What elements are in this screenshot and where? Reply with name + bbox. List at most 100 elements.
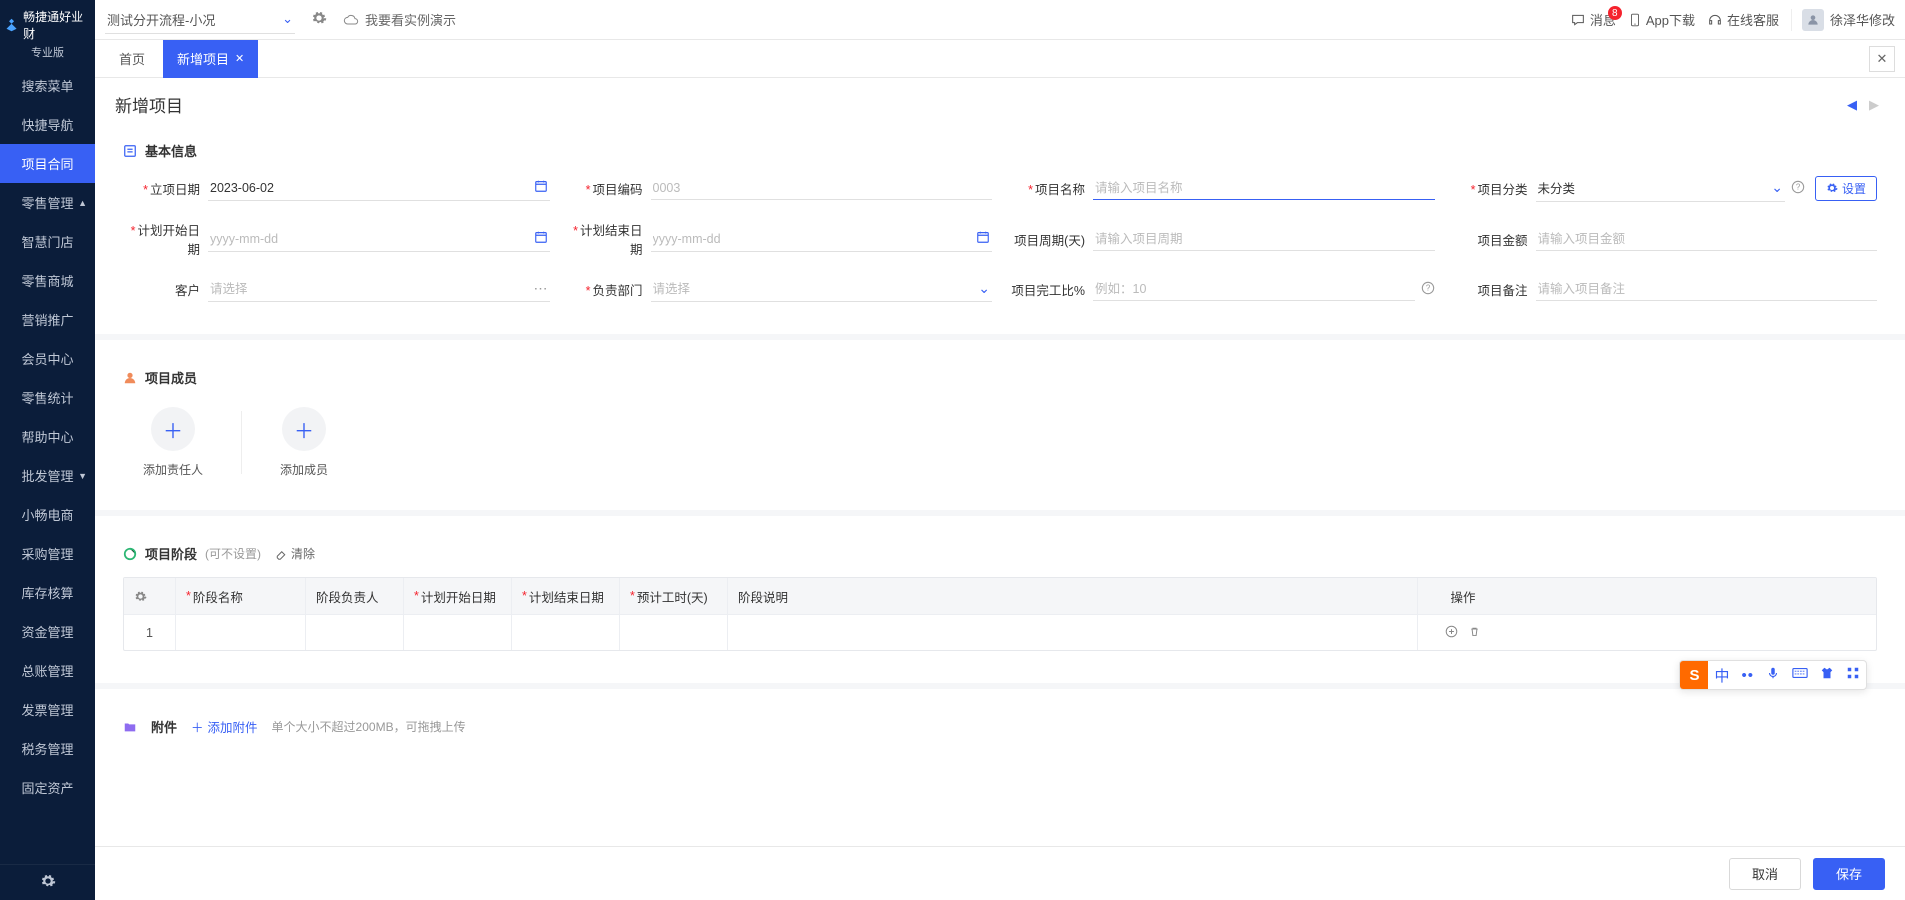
sidebar-item-retail-mall[interactable]: 零售商城 <box>0 261 95 300</box>
section-members: 项目成员 ＋ 添加责任人 ＋ 添加成员 <box>111 354 1889 496</box>
ime-lang-toggle[interactable]: 中 <box>1708 665 1735 686</box>
sidebar-item-ecommerce[interactable]: 小畅电商 <box>0 495 95 534</box>
input-name[interactable] <box>1093 177 1435 200</box>
help-icon[interactable]: ? <box>1421 281 1435 298</box>
select-customer[interactable]: ⋯ <box>208 276 550 302</box>
sidebar-item-fixed-assets[interactable]: 固定资产 <box>0 768 95 807</box>
tab-new-project[interactable]: 新增项目 ✕ <box>163 40 258 78</box>
label-category: *项目分类 <box>1451 179 1536 198</box>
add-row-icon[interactable] <box>1445 625 1458 641</box>
prev-record-button[interactable]: ◀ <box>1841 95 1863 115</box>
chevron-down-icon: ⌄ <box>1771 179 1783 196</box>
sidebar-item-project-contract[interactable]: 项目合同 <box>0 144 95 183</box>
help-icon[interactable]: ? <box>1791 180 1805 197</box>
sidebar-item-wholesale[interactable]: 批发管理▼ <box>0 456 95 495</box>
sidebar-item-invoice[interactable]: 发票管理 <box>0 690 95 729</box>
gear-icon <box>1826 182 1838 194</box>
sidebar-item-help[interactable]: 帮助中心 <box>0 417 95 456</box>
input-code[interactable] <box>651 177 993 200</box>
add-attachment-button[interactable]: ＋ 添加附件 <box>191 717 258 736</box>
headset-icon <box>1707 12 1723 28</box>
caret-up-icon: ▲ <box>78 198 87 208</box>
folder-icon <box>123 720 137 734</box>
cell-stage-hours[interactable] <box>620 615 728 650</box>
clear-stages-button[interactable]: 清除 <box>275 545 315 562</box>
label-complete: 项目完工比% <box>1008 280 1093 299</box>
input-plan-end[interactable] <box>651 226 993 252</box>
stage-row[interactable]: 1 <box>124 614 1876 650</box>
select-dept[interactable]: ⌄ <box>651 276 993 302</box>
input-complete[interactable] <box>1093 278 1415 301</box>
cancel-button[interactable]: 取消 <box>1729 858 1801 890</box>
cloud-icon <box>343 12 359 28</box>
ime-punct-icon[interactable]: •• <box>1735 667 1760 684</box>
input-remark[interactable] <box>1536 278 1878 301</box>
category-settings-button[interactable]: 设置 <box>1815 176 1877 201</box>
ime-mic-icon[interactable] <box>1760 666 1786 684</box>
more-icon[interactable]: ⋯ <box>534 280 548 297</box>
add-member-button[interactable]: ＋ <box>282 407 326 451</box>
cell-stage-name[interactable] <box>176 615 306 650</box>
close-icon[interactable]: ✕ <box>235 52 244 65</box>
sidebar-item-tax[interactable]: 税务管理 <box>0 729 95 768</box>
row-actions <box>1418 615 1508 650</box>
sidebar-item-purchase[interactable]: 采购管理 <box>0 534 95 573</box>
ime-keyboard-icon[interactable] <box>1786 666 1814 684</box>
sidebar-item-smart-store[interactable]: 智慧门店 <box>0 222 95 261</box>
cell-stage-end[interactable] <box>512 615 620 650</box>
user-icon <box>123 371 137 385</box>
ime-menu-icon[interactable] <box>1840 666 1866 684</box>
gear-icon <box>40 873 56 889</box>
sidebar-item-funds[interactable]: 资金管理 <box>0 612 95 651</box>
mobile-icon <box>1628 12 1642 28</box>
sidebar-settings[interactable] <box>0 864 95 900</box>
sidebar-item-marketing[interactable]: 营销推广 <box>0 300 95 339</box>
save-button[interactable]: 保存 <box>1813 858 1885 890</box>
label-remark: 项目备注 <box>1451 280 1536 299</box>
ime-toolbar[interactable]: S 中 •• <box>1679 660 1867 690</box>
workspace-settings-icon[interactable] <box>307 6 331 33</box>
demo-link[interactable]: 我要看实例演示 <box>343 10 456 29</box>
tabs: 首页 新增项目 ✕ ✕ <box>95 40 1905 78</box>
input-cycle[interactable] <box>1093 228 1435 251</box>
sidebar-item-retail-stats[interactable]: 零售统计 <box>0 378 95 417</box>
page-title: 新增项目 <box>115 92 1841 117</box>
label-customer: 客户 <box>123 280 208 299</box>
calendar-icon[interactable] <box>534 230 548 247</box>
cell-stage-owner[interactable] <box>306 615 404 650</box>
input-amount[interactable] <box>1536 228 1878 251</box>
input-plan-start[interactable] <box>208 226 550 252</box>
delete-row-icon[interactable] <box>1468 625 1481 641</box>
add-owner-button[interactable]: ＋ <box>151 407 195 451</box>
online-service-button[interactable]: 在线客服 <box>1707 10 1779 29</box>
tab-home[interactable]: 首页 <box>105 40 159 78</box>
content: 基本信息 *立项日期 2023-06-02 *项目编码 <box>95 127 1905 846</box>
calendar-icon[interactable] <box>976 230 990 247</box>
section-attachments: 附件 ＋ 添加附件 单个大小不超过200MB，可拖拽上传 <box>111 703 1889 754</box>
cell-stage-desc[interactable] <box>728 615 1418 650</box>
section-basic: 基本信息 *立项日期 2023-06-02 *项目编码 <box>111 127 1889 320</box>
input-date-created[interactable]: 2023-06-02 <box>208 175 550 201</box>
user-menu[interactable]: 徐泽华修改 <box>1791 9 1895 31</box>
messages-button[interactable]: 消息 8 <box>1570 10 1616 29</box>
topbar: 测试分开流程-小况 ⌄ 我要看实例演示 消息 8 App下载 <box>95 0 1905 40</box>
col-gear[interactable] <box>124 578 176 614</box>
label-amount: 项目金额 <box>1451 230 1536 249</box>
next-record-button[interactable]: ▶ <box>1863 95 1885 115</box>
calendar-icon[interactable] <box>534 179 548 196</box>
sidebar-item-retail[interactable]: 零售管理▲ <box>0 183 95 222</box>
label-plan-end: *计划结束日期 <box>566 220 651 258</box>
close-all-tabs-button[interactable]: ✕ <box>1869 46 1895 72</box>
sidebar-item-search[interactable]: 搜索菜单 <box>0 66 95 105</box>
workspace-select[interactable]: 测试分开流程-小况 ⌄ <box>105 6 295 34</box>
chevron-down-icon: ⌄ <box>978 280 990 297</box>
sidebar-item-member[interactable]: 会员中心 <box>0 339 95 378</box>
app-download-button[interactable]: App下载 <box>1628 10 1695 29</box>
cell-stage-start[interactable] <box>404 615 512 650</box>
sidebar-item-quicknav[interactable]: 快捷导航 <box>0 105 95 144</box>
select-category[interactable]: 未分类 ⌄ <box>1536 174 1785 202</box>
sidebar-item-inventory[interactable]: 库存核算 <box>0 573 95 612</box>
add-member-label: 添加成员 <box>280 461 328 478</box>
ime-skin-icon[interactable] <box>1814 666 1840 684</box>
sidebar-item-ledger[interactable]: 总账管理 <box>0 651 95 690</box>
